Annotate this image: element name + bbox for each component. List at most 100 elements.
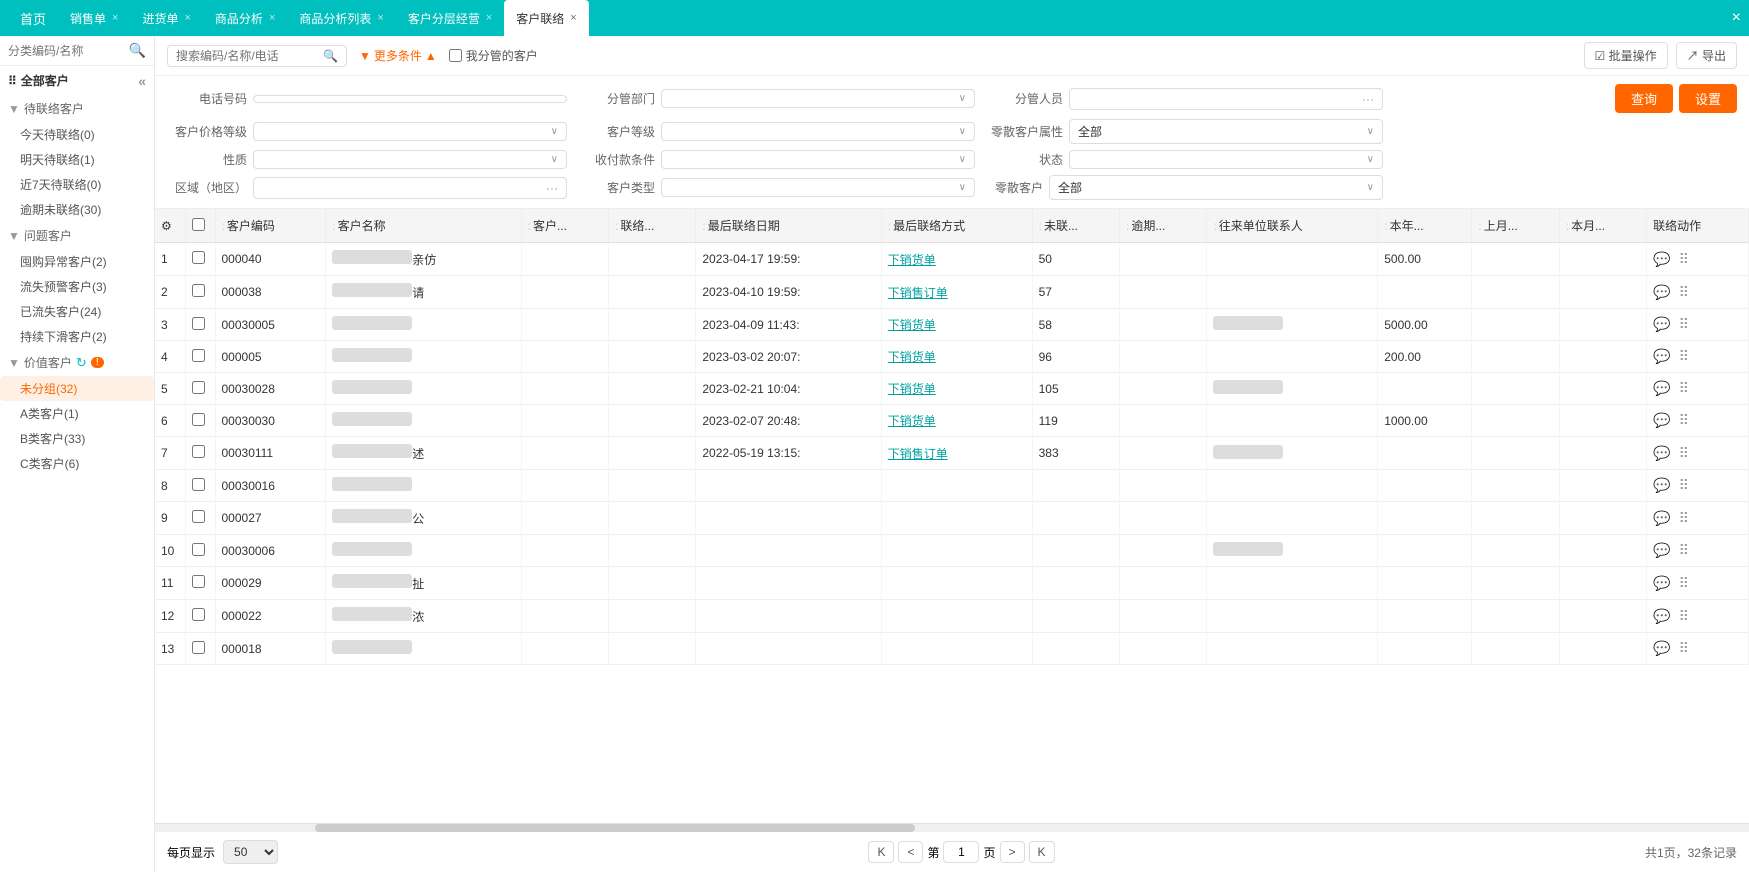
last-page-button[interactable]: K xyxy=(1029,841,1055,863)
row-checkbox[interactable] xyxy=(192,381,205,394)
message-icon[interactable]: 💬 xyxy=(1653,348,1670,365)
row-checkbox-cell[interactable] xyxy=(185,633,215,665)
row-checkbox-cell[interactable] xyxy=(185,437,215,470)
grid-icon[interactable]: ⠿ xyxy=(1679,477,1689,494)
table-cell[interactable] xyxy=(881,502,1032,535)
payment-input[interactable]: ∨ xyxy=(661,150,975,169)
export-button[interactable]: ↗ 导出 xyxy=(1676,42,1737,69)
th-checkbox[interactable] xyxy=(185,209,215,243)
row-checkbox-cell[interactable] xyxy=(185,600,215,633)
table-cell[interactable]: 下销货单 xyxy=(881,309,1032,341)
grid-icon[interactable]: ⠿ xyxy=(1679,608,1689,625)
table-cell[interactable] xyxy=(881,470,1032,502)
all-customers-header[interactable]: ⠿ 全部客户 « xyxy=(0,66,154,95)
grid-icon[interactable]: ⠿ xyxy=(1679,575,1689,592)
collapse-icon[interactable]: « xyxy=(138,73,146,89)
row-checkbox-cell[interactable] xyxy=(185,276,215,309)
per-page-select[interactable]: 50 100 200 xyxy=(223,840,278,864)
message-icon[interactable]: 💬 xyxy=(1653,445,1670,462)
table-cell[interactable]: 下销货单 xyxy=(881,373,1032,405)
pending-contact-group[interactable]: ▼ 待联络客户 xyxy=(0,95,154,122)
grid-icon[interactable]: ⠿ xyxy=(1679,348,1689,365)
grid-icon[interactable]: ⠿ xyxy=(1679,380,1689,397)
search-icon[interactable]: 🔍 xyxy=(129,42,146,59)
cust-type-input[interactable]: ∨ xyxy=(661,178,975,197)
prev-page-button[interactable]: < xyxy=(898,841,923,863)
close-icon[interactable]: × xyxy=(486,12,492,24)
grid-icon[interactable]: ⠿ xyxy=(1679,316,1689,333)
message-icon[interactable]: 💬 xyxy=(1653,640,1670,657)
row-checkbox[interactable] xyxy=(192,510,205,523)
cust-level-input[interactable]: ∨ xyxy=(661,122,975,141)
row-checkbox-cell[interactable] xyxy=(185,243,215,276)
message-icon[interactable]: 💬 xyxy=(1653,380,1670,397)
table-cell[interactable] xyxy=(881,567,1032,600)
row-checkbox[interactable] xyxy=(192,445,205,458)
message-icon[interactable]: 💬 xyxy=(1653,575,1670,592)
problem-customers-group[interactable]: ▼ 问题客户 xyxy=(0,222,154,249)
page-number-input[interactable] xyxy=(943,841,979,863)
row-checkbox[interactable] xyxy=(192,413,205,426)
sidebar-item-7days[interactable]: 近7天待联络(0) xyxy=(0,172,154,197)
row-checkbox[interactable] xyxy=(192,284,205,297)
message-icon[interactable]: 💬 xyxy=(1653,316,1670,333)
sidebar-item-churn-warning[interactable]: 流失预警客户(3) xyxy=(0,274,154,299)
row-checkbox[interactable] xyxy=(192,251,205,264)
sidebar-search-input[interactable] xyxy=(8,44,129,58)
row-checkbox-cell[interactable] xyxy=(185,405,215,437)
next-page-button[interactable]: > xyxy=(1000,841,1025,863)
sidebar-item-declining[interactable]: 持续下滑客户(2) xyxy=(0,324,154,349)
nav-tab-analysis[interactable]: 商品分析 × xyxy=(203,0,287,36)
contact-way-link[interactable]: 下销售订单 xyxy=(888,286,948,300)
row-checkbox-cell[interactable] xyxy=(185,373,215,405)
dept-input[interactable]: ∨ xyxy=(661,89,975,108)
contact-way-link[interactable]: 下销货单 xyxy=(888,318,936,332)
table-cell[interactable]: 下销货单 xyxy=(881,405,1032,437)
search-icon[interactable]: 🔍 xyxy=(323,49,338,63)
message-icon[interactable]: 💬 xyxy=(1653,608,1670,625)
message-icon[interactable]: 💬 xyxy=(1653,510,1670,527)
row-checkbox[interactable] xyxy=(192,608,205,621)
table-cell[interactable] xyxy=(881,633,1032,665)
sidebar-item-overdue[interactable]: 逾期未联络(30) xyxy=(0,197,154,222)
manager-input[interactable]: ··· xyxy=(1069,88,1383,110)
nav-tab-analysis-list[interactable]: 商品分析列表 × xyxy=(287,0,395,36)
close-icon[interactable]: × xyxy=(269,12,275,24)
reset-button[interactable]: 设置 xyxy=(1679,84,1737,113)
row-checkbox[interactable] xyxy=(192,543,205,556)
value-customers-group[interactable]: ▼ 价值客户 ↻ ! xyxy=(0,349,154,376)
row-checkbox-cell[interactable] xyxy=(185,341,215,373)
sidebar-item-churned[interactable]: 已流失客户(24) xyxy=(0,299,154,324)
row-checkbox[interactable] xyxy=(192,317,205,330)
select-all-checkbox[interactable] xyxy=(192,218,205,231)
table-cell[interactable]: 下销货单 xyxy=(881,341,1032,373)
refresh-icon[interactable]: ↻ xyxy=(76,355,87,371)
sidebar-item-typeA[interactable]: A类客户(1) xyxy=(0,401,154,426)
search-input[interactable] xyxy=(176,49,323,63)
grid-icon[interactable]: ⠿ xyxy=(1679,445,1689,462)
sidebar-item-typeC[interactable]: C类客户(6) xyxy=(0,451,154,476)
message-icon[interactable]: 💬 xyxy=(1653,542,1670,559)
contact-way-link[interactable]: 下销货单 xyxy=(888,350,936,364)
row-checkbox-cell[interactable] xyxy=(185,535,215,567)
nav-home[interactable]: 首页 xyxy=(8,0,58,36)
th-settings[interactable]: ⚙ xyxy=(155,209,185,243)
grid-icon[interactable]: ⠿ xyxy=(1679,284,1689,301)
contact-way-link[interactable]: 下销货单 xyxy=(888,414,936,428)
more-conditions-btn[interactable]: ▼ 更多条件 ▲ xyxy=(359,47,437,64)
sidebar-item-abnormal[interactable]: 囤购异常客户(2) xyxy=(0,249,154,274)
table-cell[interactable]: 下销售订单 xyxy=(881,437,1032,470)
my-customers-checkbox[interactable] xyxy=(449,49,462,62)
price-level-input[interactable]: ∨ xyxy=(253,122,567,141)
sidebar-item-today[interactable]: 今天待联络(0) xyxy=(0,122,154,147)
retail-cust-input[interactable]: 全部∨ xyxy=(1049,175,1383,200)
batch-op-button[interactable]: ☑ 批量操作 xyxy=(1584,42,1668,69)
table-cell[interactable] xyxy=(881,600,1032,633)
close-icon[interactable]: × xyxy=(377,12,383,24)
horizontal-scrollbar[interactable] xyxy=(155,823,1749,831)
row-checkbox[interactable] xyxy=(192,641,205,654)
contact-way-link[interactable]: 下销货单 xyxy=(888,382,936,396)
row-checkbox[interactable] xyxy=(192,575,205,588)
nav-tab-customer-tier[interactable]: 客户分层经营 × xyxy=(396,0,504,36)
scrollbar-thumb[interactable] xyxy=(315,824,915,832)
